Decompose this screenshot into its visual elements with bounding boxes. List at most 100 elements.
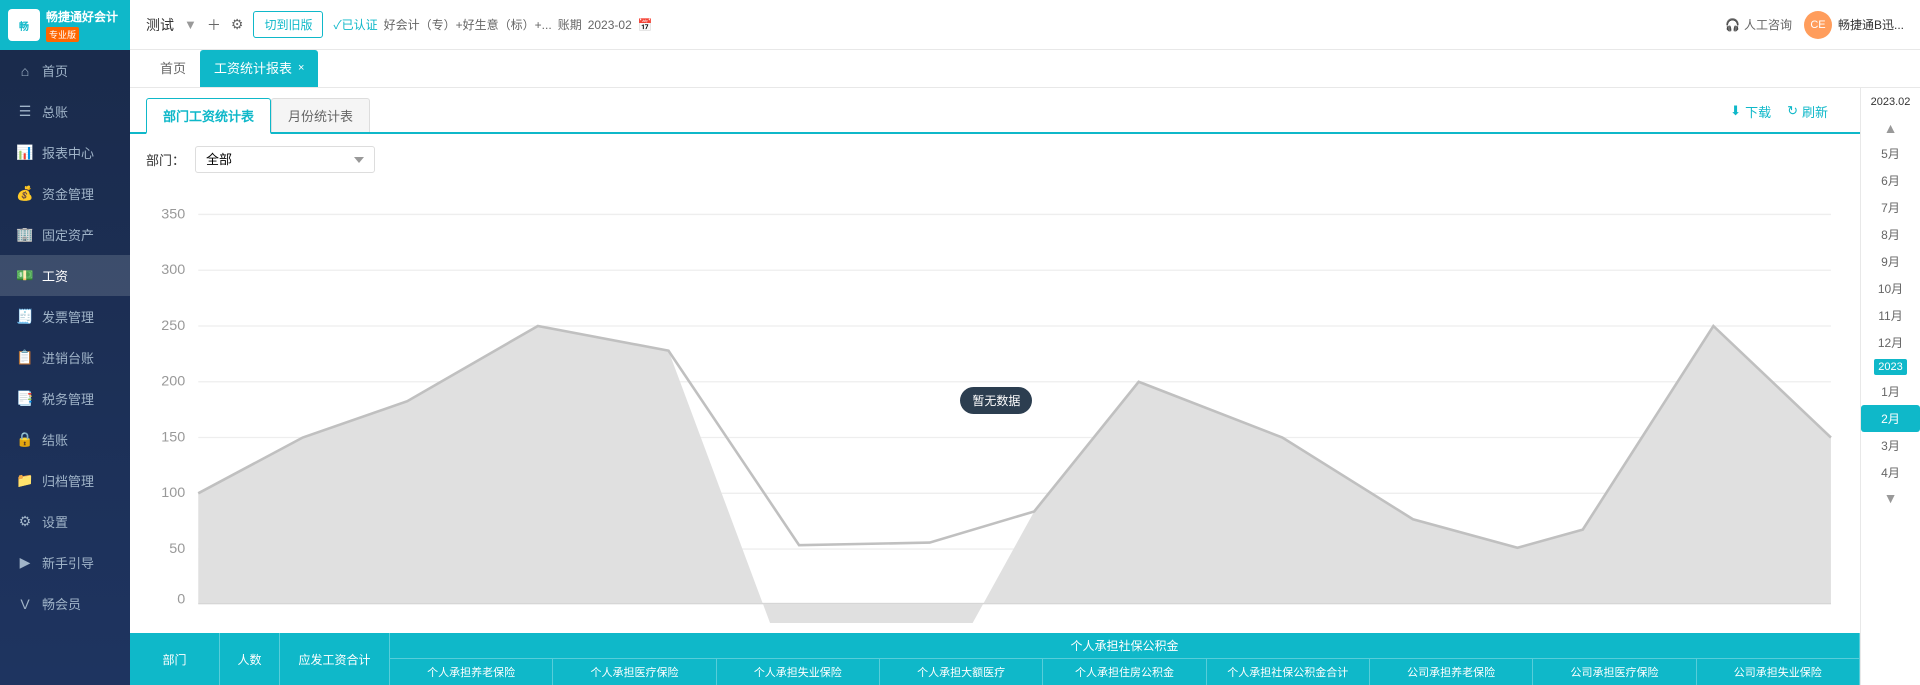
footer-col-housing: 个人承担住房公积金 (1043, 659, 1206, 685)
tab-home[interactable]: 首页 (146, 50, 200, 87)
sidebar-item-sales[interactable]: 📋 进销台账 (0, 337, 130, 378)
sidebar-item-invoice[interactable]: 🧾 发票管理 (0, 296, 130, 337)
gear-icon[interactable]: ⚙ (231, 16, 244, 33)
account-tags: 好会计（专）+好生意（标）+... (384, 16, 552, 33)
logo-icon: 畅 (8, 9, 40, 41)
tab-close-icon[interactable]: × (298, 62, 304, 74)
sidebar-item-member[interactable]: V 畅会员 (0, 583, 130, 624)
footer-col-total: 应发工资合计 (280, 633, 390, 685)
footer-col-subtotal: 个人承担社保公积金合计 (1207, 659, 1370, 685)
sidebar-item-tax[interactable]: 📑 税务管理 (0, 378, 130, 419)
footer-col-company-unemploy: 公司承担失业保险 (1697, 659, 1860, 685)
home-icon: ⌂ (16, 62, 34, 80)
company-title: 测试 (146, 15, 174, 35)
sidebar-item-assets[interactable]: 🏢 固定资产 (0, 214, 130, 255)
funds-icon: 💰 (16, 185, 34, 203)
footer-col-count: 人数 (220, 633, 280, 685)
salary-icon: 💵 (16, 267, 34, 285)
period-label: 账期 (558, 16, 582, 33)
footer-col-pension: 个人承担养老保险 (390, 659, 553, 685)
footer-col-medical: 个人承担医疗保险 (553, 659, 716, 685)
svg-text:300: 300 (161, 262, 185, 278)
sidebar-item-home[interactable]: ⌂ 首页 (0, 50, 130, 91)
panel-actions: ⬇ 下载 ↻ 刷新 (1714, 102, 1844, 129)
assets-icon: 🏢 (16, 226, 34, 244)
refresh-button[interactable]: ↻ 刷新 (1787, 102, 1828, 121)
filter-toolbar: 部门： 全部 销售部 财务部 行政部 (130, 134, 1860, 185)
topbar: 测试 ▼ ＋ ⚙ 切到旧版 ✓已认证 好会计（专）+好生意（标）+... 账期 … (130, 0, 1920, 50)
sidebar-item-funds[interactable]: 💰 资金管理 (0, 173, 130, 214)
dept-label: 部门： (146, 150, 185, 169)
svg-text:0: 0 (177, 592, 185, 608)
footer-col-dept: 部门 (130, 633, 220, 685)
user-menu[interactable]: CE 畅捷通B迅... (1804, 11, 1904, 39)
tabs-bar: 首页 工资统计报表 × (130, 50, 1920, 88)
right-panel: 2023.02 ▲ 5月 6月 7月 8月 9月 10月 11月 12月 202… (1860, 88, 1920, 685)
chart-container: 350 300 250 200 150 100 50 0 (130, 185, 1860, 633)
footer-group-label: 个人承担社保公积金 (390, 633, 1860, 659)
sidebar-item-salary[interactable]: 💵 工资 (0, 255, 130, 296)
content-area: 部门工资统计表 月份统计表 ⬇ 下载 ↻ 刷新 (130, 88, 1920, 685)
ledger-icon: ☰ (16, 103, 34, 121)
sub-tabs: 部门工资统计表 月份统计表 ⬇ 下载 ↻ 刷新 (130, 88, 1860, 134)
month-12[interactable]: 12月 (1861, 329, 1920, 356)
sidebar: 畅 畅捷通好会计 专业版 ⌂ 首页 ☰ 总账 📊 报表中心 💰 资金管理 🏢 固… (0, 0, 130, 685)
sidebar-item-archive[interactable]: 📁 归档管理 (0, 460, 130, 501)
scroll-down-icon[interactable]: ▼ (1880, 486, 1902, 510)
calendar-icon[interactable]: 📅 (638, 18, 653, 32)
scroll-up-icon[interactable]: ▲ (1880, 116, 1902, 140)
month-7[interactable]: 7月 (1861, 194, 1920, 221)
main-panel: 部门工资统计表 月份统计表 ⬇ 下载 ↻ 刷新 (130, 88, 1860, 685)
month-10[interactable]: 10月 (1861, 275, 1920, 302)
headset-icon: 🎧 (1725, 18, 1740, 32)
sidebar-item-guide[interactable]: ▶ 新手引导 (0, 542, 130, 583)
footer-col-unemployment: 个人承担失业保险 (717, 659, 880, 685)
month-11[interactable]: 11月 (1861, 302, 1920, 329)
topbar-status: ✓已认证 好会计（专）+好生意（标）+... 账期 2023-02 📅 (333, 16, 652, 33)
month-9[interactable]: 9月 (1861, 248, 1920, 275)
month-3-2023[interactable]: 3月 (1861, 432, 1920, 459)
svg-text:250: 250 (161, 318, 185, 334)
month-1-2023[interactable]: 1月 (1861, 378, 1920, 405)
user-name: 畅捷通B迅... (1838, 16, 1904, 33)
right-panel-date: 2023.02 (1871, 96, 1911, 108)
dropdown-arrow-icon[interactable]: ▼ (184, 17, 197, 32)
tab-salary-report[interactable]: 工资统计报表 × (200, 50, 318, 87)
footer-col-company-pension: 公司承担养老保险 (1370, 659, 1533, 685)
sidebar-item-ledger[interactable]: ☰ 总账 (0, 91, 130, 132)
reports-icon: 📊 (16, 144, 34, 162)
year-2023: 2023 (1874, 359, 1906, 375)
month-2-2023[interactable]: 2月 (1861, 405, 1920, 432)
sidebar-logo: 畅 畅捷通好会计 专业版 (0, 0, 130, 50)
logo-text: 畅捷通好会计 专业版 (46, 8, 118, 42)
tax-icon: 📑 (16, 390, 34, 408)
subtab-monthly[interactable]: 月份统计表 (271, 98, 370, 132)
period-value: 2023-02 (588, 18, 632, 32)
month-5[interactable]: 5月 (1861, 140, 1920, 167)
download-icon: ⬇ (1730, 103, 1741, 119)
svg-text:200: 200 (161, 374, 185, 390)
sidebar-item-close[interactable]: 🔒 结账 (0, 419, 130, 460)
svg-text:350: 350 (161, 206, 185, 222)
sidebar-item-settings[interactable]: ⚙ 设置 (0, 501, 130, 542)
svg-text:50: 50 (169, 541, 185, 557)
dept-select[interactable]: 全部 销售部 财务部 行政部 (195, 146, 375, 173)
download-button[interactable]: ⬇ 下载 (1730, 102, 1771, 121)
subtab-dept[interactable]: 部门工资统计表 (146, 98, 271, 134)
svg-text:150: 150 (161, 429, 185, 445)
refresh-icon: ↻ (1787, 103, 1798, 119)
month-4-2023[interactable]: 4月 (1861, 459, 1920, 486)
main-area: 测试 ▼ ＋ ⚙ 切到旧版 ✓已认证 好会计（专）+好生意（标）+... 账期 … (130, 0, 1920, 685)
guide-icon: ▶ (16, 554, 34, 572)
service-button[interactable]: 🎧 人工咨询 (1725, 16, 1792, 33)
footer-col-major-medical: 个人承担大额医疗 (880, 659, 1043, 685)
sidebar-item-reports[interactable]: 📊 报表中心 (0, 132, 130, 173)
member-icon: V (16, 595, 34, 613)
switch-version-button[interactable]: 切到旧版 (253, 11, 323, 38)
month-6[interactable]: 6月 (1861, 167, 1920, 194)
archive-icon: 📁 (16, 472, 34, 490)
sales-icon: 📋 (16, 349, 34, 367)
add-icon[interactable]: ＋ (207, 15, 221, 35)
footer-col-company-medical: 公司承担医疗保险 (1533, 659, 1696, 685)
month-8[interactable]: 8月 (1861, 221, 1920, 248)
